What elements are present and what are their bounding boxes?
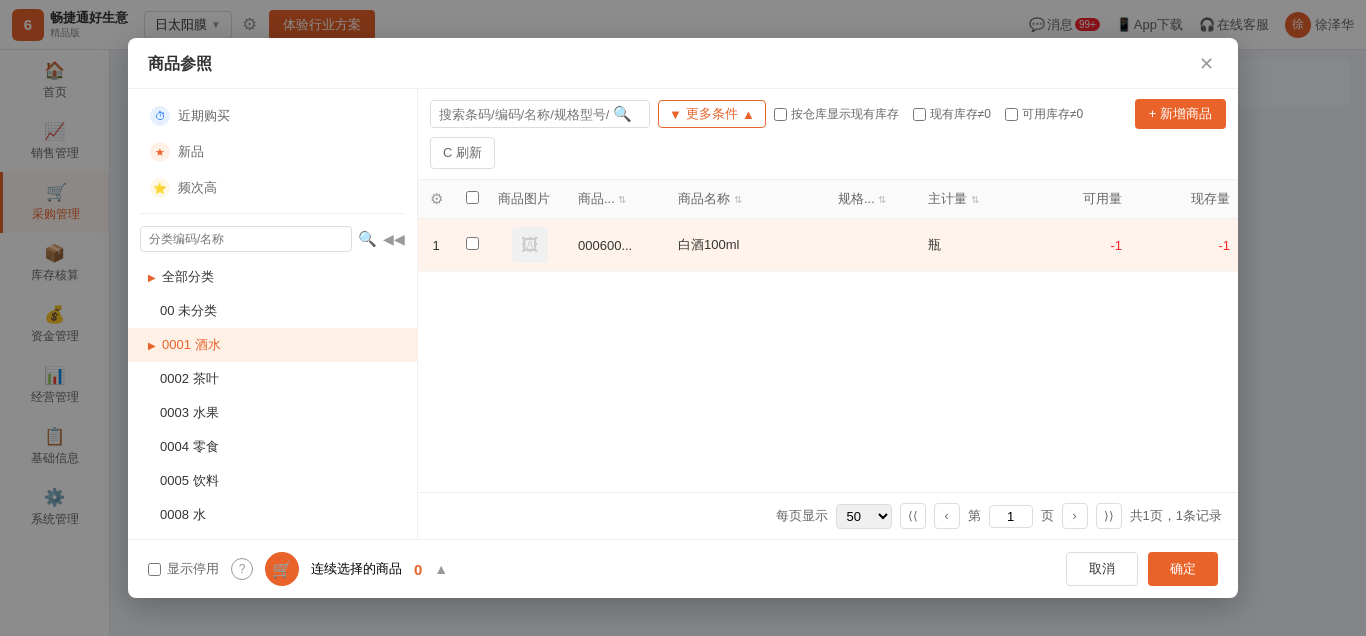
cat-appliance[interactable]: 0010 家电: [128, 532, 417, 539]
cell-num: 1: [418, 219, 454, 272]
table-wrap: ⚙ 商品图片 商品... ⇅ 商品名称 ⇅: [418, 180, 1238, 492]
row-checkbox[interactable]: [466, 237, 479, 250]
cat-water[interactable]: 0008 水: [128, 498, 417, 532]
category-list: ▶ 全部分类 00 未分类 ▶ 0001 酒水 0002 茶叶 0003: [128, 260, 417, 539]
cat-all[interactable]: ▶ 全部分类: [128, 260, 417, 294]
help-icon[interactable]: ?: [231, 558, 253, 580]
cart-icon[interactable]: 🛒: [265, 552, 299, 586]
col-unit-header[interactable]: 主计量 ⇅: [920, 180, 1010, 219]
sort-unit-icon: ⇅: [971, 194, 979, 205]
search-icon[interactable]: 🔍: [613, 105, 632, 123]
freq-icon: ⭐: [150, 178, 170, 198]
sort-code-icon: ⇅: [618, 194, 626, 205]
cat-arrow-alcohol: ▶: [148, 340, 156, 351]
col-unit-label: 主计量: [928, 191, 971, 206]
collapse-selection-icon[interactable]: ▲: [434, 561, 448, 577]
page-input[interactable]: [989, 505, 1033, 528]
filter-up-icon: ▲: [742, 107, 755, 122]
product-search-input[interactable]: [439, 107, 609, 122]
dialog: 商品参照 ✕ ⏱ 近期购买 ★ 新品: [128, 38, 1238, 598]
col-avail-header: 可用量: [1010, 180, 1130, 219]
cell-img: 🖼: [490, 219, 570, 272]
cat-arrow-all: ▶: [148, 272, 156, 283]
cell-name: 白酒100ml: [670, 219, 830, 272]
sort-name-icon: ⇅: [734, 194, 742, 205]
cat-uncategorized[interactable]: 00 未分类: [128, 294, 417, 328]
new-icon: ★: [150, 142, 170, 162]
page-first-btn[interactable]: ⟨⟨: [900, 503, 926, 529]
cell-avail: -1: [1010, 219, 1130, 272]
footer-buttons: 取消 确定: [1066, 552, 1218, 586]
col-spec-header[interactable]: 规格... ⇅: [830, 180, 920, 219]
col-code-header[interactable]: 商品... ⇅: [570, 180, 670, 219]
dialog-overlay: 商品参照 ✕ ⏱ 近期购买 ★ 新品: [0, 0, 1366, 636]
col-settings-header: ⚙: [418, 180, 454, 219]
selected-count: 0: [414, 561, 422, 578]
warehouse-checkbox[interactable]: [774, 108, 787, 121]
page-suffix: 页: [1041, 507, 1054, 525]
category-search-icon[interactable]: 🔍: [358, 230, 377, 248]
tab-recent[interactable]: ⏱ 近期购买: [140, 99, 405, 133]
dialog-header: 商品参照 ✕: [128, 38, 1238, 89]
col-stock-header: 现存量: [1130, 180, 1238, 219]
disabled-checkbox[interactable]: [148, 563, 161, 576]
select-all-checkbox[interactable]: [466, 191, 479, 204]
col-spec-label: 规格...: [838, 191, 878, 206]
cat-tea[interactable]: 0002 茶叶: [128, 362, 417, 396]
right-panel: 🔍 ▼ 更多条件 ▲ 按仓库显示现有库存 现: [418, 89, 1238, 539]
filter-btn[interactable]: ▼ 更多条件 ▲: [658, 100, 766, 128]
cell-unit: 瓶: [920, 219, 1010, 272]
cell-stock: -1: [1130, 219, 1238, 272]
filter-icon: ▼: [669, 107, 682, 122]
cell-spec: [830, 219, 920, 272]
cancel-btn[interactable]: 取消: [1066, 552, 1138, 586]
cat-alcohol[interactable]: ▶ 0001 酒水: [128, 328, 417, 362]
refresh-btn[interactable]: C 刷新: [430, 137, 495, 169]
cell-code: 000600...: [570, 219, 670, 272]
tab-new-products[interactable]: ★ 新品: [140, 135, 405, 169]
stock-checkbox[interactable]: [913, 108, 926, 121]
page-info: 共1页，1条记录: [1130, 507, 1222, 525]
checkbox-warehouse[interactable]: 按仓库显示现有库存: [774, 106, 899, 123]
cat-beverage[interactable]: 0005 饮料: [128, 464, 417, 498]
table-row[interactable]: 1 🖼 000600... 白酒100ml 瓶: [418, 219, 1238, 272]
col-name-label: 商品名称: [678, 191, 734, 206]
collapse-icon[interactable]: ◀◀: [383, 231, 405, 247]
recent-icon: ⏱: [150, 106, 170, 126]
left-panel: ⏱ 近期购买 ★ 新品 ⭐ 频次高 🔍: [128, 89, 418, 539]
dialog-title: 商品参照: [148, 54, 212, 75]
search-bar: 🔍: [430, 100, 650, 128]
page-size-label: 每页显示: [776, 507, 828, 525]
checkbox-avail[interactable]: 可用库存≠0: [1005, 106, 1083, 123]
page-next-btn[interactable]: ›: [1062, 503, 1088, 529]
cat-snack[interactable]: 0004 零食: [128, 430, 417, 464]
dialog-footer: 显示停用 ? 🛒 连续选择的商品 0 ▲ 取消 确定: [128, 539, 1238, 598]
page-last-btn[interactable]: ⟩⟩: [1096, 503, 1122, 529]
category-search-input[interactable]: [140, 226, 352, 252]
cat-fruit[interactable]: 0003 水果: [128, 396, 417, 430]
tab-frequent[interactable]: ⭐ 频次高: [140, 171, 405, 205]
pagination: 每页显示 10 20 50 100 ⟨⟨ ‹ 第 页 › ⟩⟩ 共1页，1条记录: [418, 492, 1238, 539]
table-toolbar: 🔍 ▼ 更多条件 ▲ 按仓库显示现有库存 现: [418, 89, 1238, 180]
show-disabled-checkbox[interactable]: 显示停用: [148, 560, 219, 578]
col-code-label: 商品...: [578, 191, 618, 206]
page-label: 第: [968, 507, 981, 525]
cell-check[interactable]: [454, 219, 490, 272]
page-prev-btn[interactable]: ‹: [934, 503, 960, 529]
avail-checkbox[interactable]: [1005, 108, 1018, 121]
confirm-btn[interactable]: 确定: [1148, 552, 1218, 586]
selected-label: 连续选择的商品: [311, 560, 402, 578]
sort-spec-icon: ⇅: [878, 194, 886, 205]
dialog-close-icon[interactable]: ✕: [1194, 52, 1218, 76]
checkbox-stock[interactable]: 现有库存≠0: [913, 106, 991, 123]
col-img-header: 商品图片: [490, 180, 570, 219]
page-size-select[interactable]: 10 20 50 100: [836, 504, 892, 529]
product-image: 🖼: [512, 227, 548, 263]
add-product-btn[interactable]: + 新增商品: [1135, 99, 1226, 129]
table-settings-icon[interactable]: ⚙: [430, 190, 443, 207]
col-name-header[interactable]: 商品名称 ⇅: [670, 180, 830, 219]
col-check-header: [454, 180, 490, 219]
dialog-body: ⏱ 近期购买 ★ 新品 ⭐ 频次高 🔍: [128, 89, 1238, 539]
